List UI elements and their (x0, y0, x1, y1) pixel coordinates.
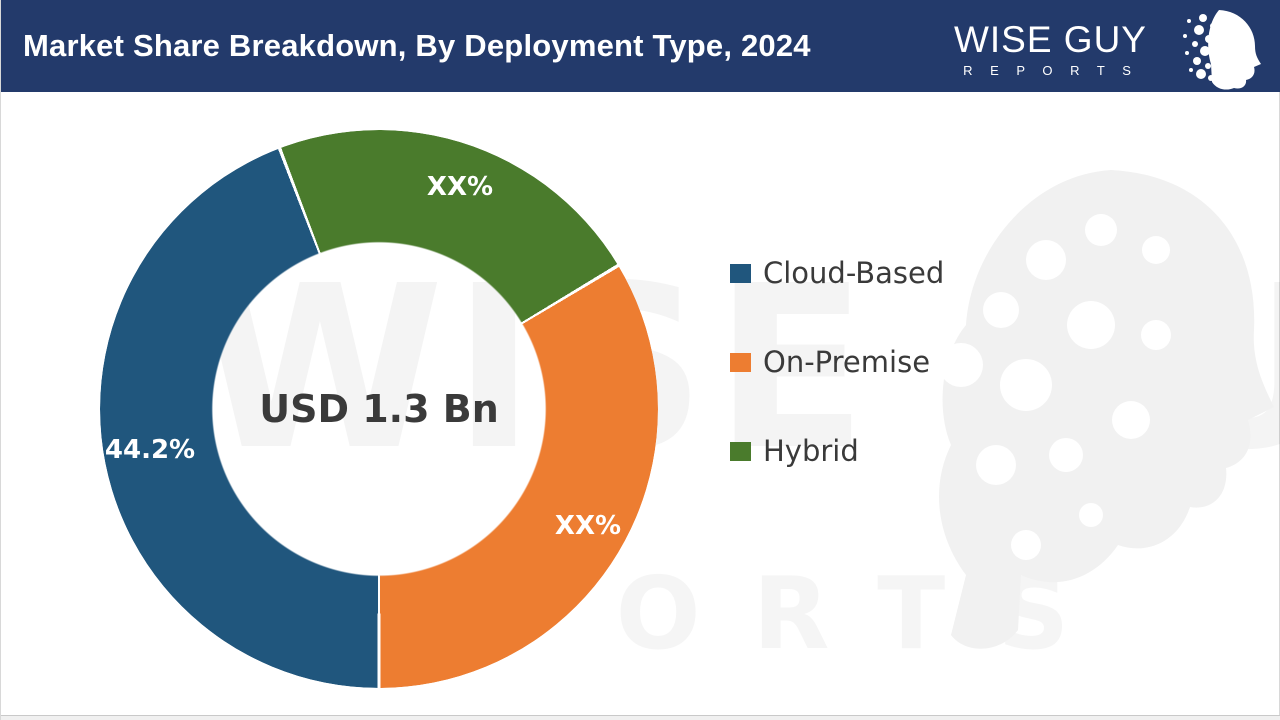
brand-logo: WISE GUY R E P O R T S (954, 6, 1263, 90)
brand-subname: R E P O R T S (963, 62, 1138, 78)
bottom-strip (1, 716, 1280, 720)
infographic-frame: Market Share Breakdown, By Deployment Ty… (0, 0, 1280, 720)
brand-face-icon (1183, 10, 1261, 90)
legend-swatch-cloud-based (730, 263, 751, 283)
legend-label-cloud-based: Cloud-Based (763, 256, 945, 290)
legend-label-hybrid: Hybrid (763, 434, 859, 468)
brand-name: WISE GUY (953, 18, 1147, 60)
legend-item-hybrid: Hybrid (730, 434, 944, 468)
legend-item-cloud-based: Cloud-Based (730, 256, 945, 290)
legend-item-on-premise: On-Premise (730, 345, 944, 379)
donut-center-value: USD 1.3 Bn (259, 387, 499, 431)
slice-label-hybrid: XX% (426, 172, 494, 202)
donut-chart: USD 1.3 Bn 44.2% XX% XX% Cloud-Based On-… (1, 92, 1280, 720)
chart-legend: Cloud-Based On-Premise Hybrid (730, 256, 945, 525)
legend-label-on-premise: On-Premise (763, 345, 931, 379)
legend-swatch-on-premise (730, 352, 751, 372)
slice-label-on-premise: XX% (554, 511, 622, 541)
page-title: Market Share Breakdown, By Deployment Ty… (23, 28, 811, 63)
legend-swatch-hybrid (730, 441, 751, 461)
slice-label-cloud-based: 44.2% (104, 435, 196, 465)
header-bar: Market Share Breakdown, By Deployment Ty… (1, 0, 1280, 92)
brand-logo-text: WISE GUY R E P O R T S (954, 19, 1147, 78)
